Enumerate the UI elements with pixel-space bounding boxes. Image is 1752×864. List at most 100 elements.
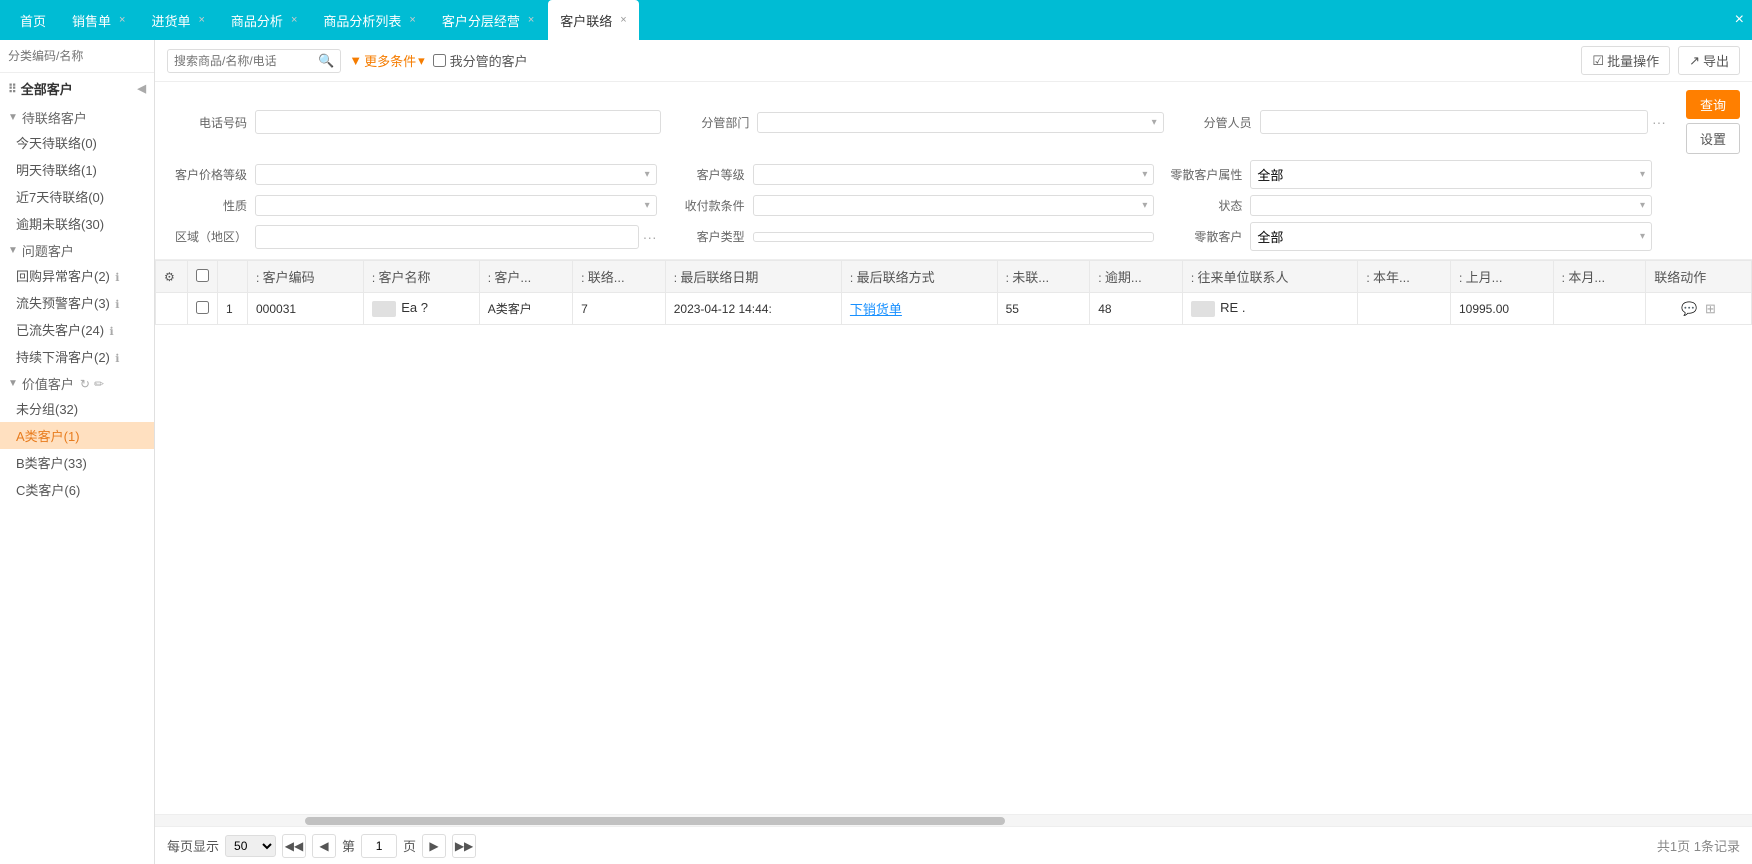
sidebar-search-input[interactable] [8,49,155,63]
th-name[interactable]: : 客户名称 [363,261,479,293]
close-icon[interactable]: × [409,14,415,26]
th-last-method[interactable]: : 最后联络方式 [841,261,997,293]
my-customers-check[interactable] [433,54,446,67]
tab-home[interactable]: 首页 [8,0,58,40]
th-this-month[interactable]: : 本月... [1553,261,1646,293]
next-page-button[interactable]: ▶ [422,834,446,858]
per-page-select[interactable]: 50 100 200 [225,835,276,857]
sidebar-item-churned[interactable]: 已流失客户(24) ℹ [0,316,154,343]
sidebar-item-ungrouped[interactable]: 未分组(32) [0,395,154,422]
th-no-contact[interactable]: : 未联... [997,261,1090,293]
sidebar-item-b-class[interactable]: B类客户(33) [0,449,154,476]
th-last-month[interactable]: : 上月... [1450,261,1553,293]
select-all-checkbox[interactable] [196,269,209,282]
chevron-down-icon: ▾ [1152,117,1157,128]
region-input[interactable] [255,225,639,249]
th-unit-contact[interactable]: : 往来单位联系人 [1182,261,1358,293]
scrollbar-thumb[interactable] [305,817,1005,825]
th-gear[interactable]: ⚙ [156,261,188,293]
close-icon[interactable]: × [291,14,297,26]
page-number-input[interactable] [361,834,397,858]
grid-action-icon[interactable]: ⊞ [1705,301,1716,316]
filter-row-1: 电话号码 分管部门 ▾ 分管人员 ··· 查询 设置 [167,90,1740,154]
per-page-label: 每页显示 [167,836,219,855]
customer-grade-select[interactable]: ▾ [753,164,1155,185]
info-icon: ℹ [109,326,113,338]
sidebar-item-c-class[interactable]: C类客户(6) [0,476,154,503]
sidebar-item-declining[interactable]: 持续下滑客户(2) ℹ [0,343,154,370]
dept-select[interactable]: ▾ [757,112,1163,133]
filter-search-input[interactable] [174,54,314,68]
settings-button[interactable]: 设置 [1686,123,1740,154]
edit-icon[interactable]: ✏ [94,377,104,391]
close-icon[interactable]: × [528,14,534,26]
filter-row-3: 性质 ▾ 收付款条件 ▾ 状态 [167,195,1740,216]
tab-customer-contact[interactable]: 客户联络 × [548,0,638,40]
first-page-button[interactable]: ◀◀ [282,834,306,858]
retail-attr-select[interactable]: 全部 ▾ [1250,160,1652,189]
sidebar-item-overdue[interactable]: 逾期未联络(30) [0,210,154,237]
tab-customer-segment[interactable]: 客户分层经营 × [430,0,546,40]
tab-analysis[interactable]: 商品分析 × [219,0,309,40]
refresh-icon[interactable]: ↻ [80,377,90,391]
manager-input[interactable] [1260,110,1648,134]
sidebar-all-customers[interactable]: ⠿ 全部客户 ◀ [0,73,154,104]
dots-icon[interactable]: ··· [1652,114,1666,130]
query-button[interactable]: 查询 [1686,90,1740,119]
chevron-down-icon: ▾ [1142,200,1147,211]
info-icon: ℹ [115,353,119,365]
arrow-icon: ▼ [8,112,18,123]
collapse-icon[interactable]: ◀ [138,82,146,95]
sidebar-item-repurchase[interactable]: 回购异常客户(2) ℹ [0,262,154,289]
retail-select[interactable]: 全部 ▾ [1250,222,1652,251]
my-customers-checkbox[interactable]: 我分管的客户 [433,51,528,70]
th-overdue[interactable]: : 逾期... [1090,261,1183,293]
export-button[interactable]: ↗ 导出 [1678,46,1740,75]
close-icon[interactable]: × [198,14,204,26]
row-checkbox[interactable] [196,301,209,314]
customer-type-select[interactable] [753,232,1155,242]
sidebar-item-a-class[interactable]: A类客户(1) [0,422,154,449]
status-select[interactable]: ▾ [1250,195,1652,216]
phone-input[interactable] [255,110,661,134]
td-check[interactable] [188,293,218,325]
last-page-button[interactable]: ▶▶ [452,834,476,858]
close-icon[interactable]: × [620,14,626,26]
dots-icon[interactable]: ··· [643,229,657,245]
message-icon[interactable]: 💬 [1681,301,1697,316]
more-filters-button[interactable]: ▼ 更多条件 ▾ [349,51,424,70]
horizontal-scrollbar[interactable] [155,814,1752,826]
chevron-down-icon: ▾ [1640,231,1645,242]
prev-page-button[interactable]: ◀ [312,834,336,858]
th-last-date[interactable]: : 最后联络日期 [665,261,841,293]
td-last-method[interactable]: 下销货单 [841,293,997,325]
batch-op-button[interactable]: ☑ 批量操作 [1581,46,1670,75]
payment-select[interactable]: ▾ [753,195,1155,216]
last-method-link[interactable]: 下销货单 [850,302,902,317]
sidebar-group-problem[interactable]: ▼ 问题客户 [0,237,154,262]
sidebar-group-value[interactable]: ▼ 价值客户 ↻ ✏ [0,370,154,395]
th-type[interactable]: : 客户... [479,261,572,293]
phone-label: 电话号码 [175,114,255,131]
tab-purchase[interactable]: 进货单 × [139,0,216,40]
nature-select[interactable]: ▾ [255,195,657,216]
sidebar-item-today[interactable]: 今天待联络(0) [0,129,154,156]
search-icon[interactable]: 🔍 [318,53,334,69]
filter-row-4: 区域（地区） ··· 客户类型 零散客户 全部 ▾ [167,222,1740,251]
tab-analysis-list[interactable]: 商品分析列表 × [311,0,427,40]
price-grade-select[interactable]: ▾ [255,164,657,185]
th-contact[interactable]: : 联络... [573,261,666,293]
close-icon[interactable]: × [119,14,125,26]
sidebar-item-7days[interactable]: 近7天待联络(0) [0,183,154,210]
sidebar-item-tomorrow[interactable]: 明天待联络(1) [0,156,154,183]
close-all-button[interactable]: × [1735,11,1744,29]
filter-retail: 零散客户 全部 ▾ [1162,222,1660,251]
th-code[interactable]: : 客户编码 [248,261,364,293]
export-icon: ↗ [1689,53,1700,69]
tab-sales[interactable]: 销售单 × [60,0,137,40]
sidebar-item-churn-warn[interactable]: 流失预警客户(3) ℹ [0,289,154,316]
th-this-year[interactable]: : 本年... [1358,261,1451,293]
filter-dept: 分管部门 ▾ [669,112,1171,133]
th-check[interactable] [188,261,218,293]
sidebar-group-pending[interactable]: ▼ 待联络客户 [0,104,154,129]
